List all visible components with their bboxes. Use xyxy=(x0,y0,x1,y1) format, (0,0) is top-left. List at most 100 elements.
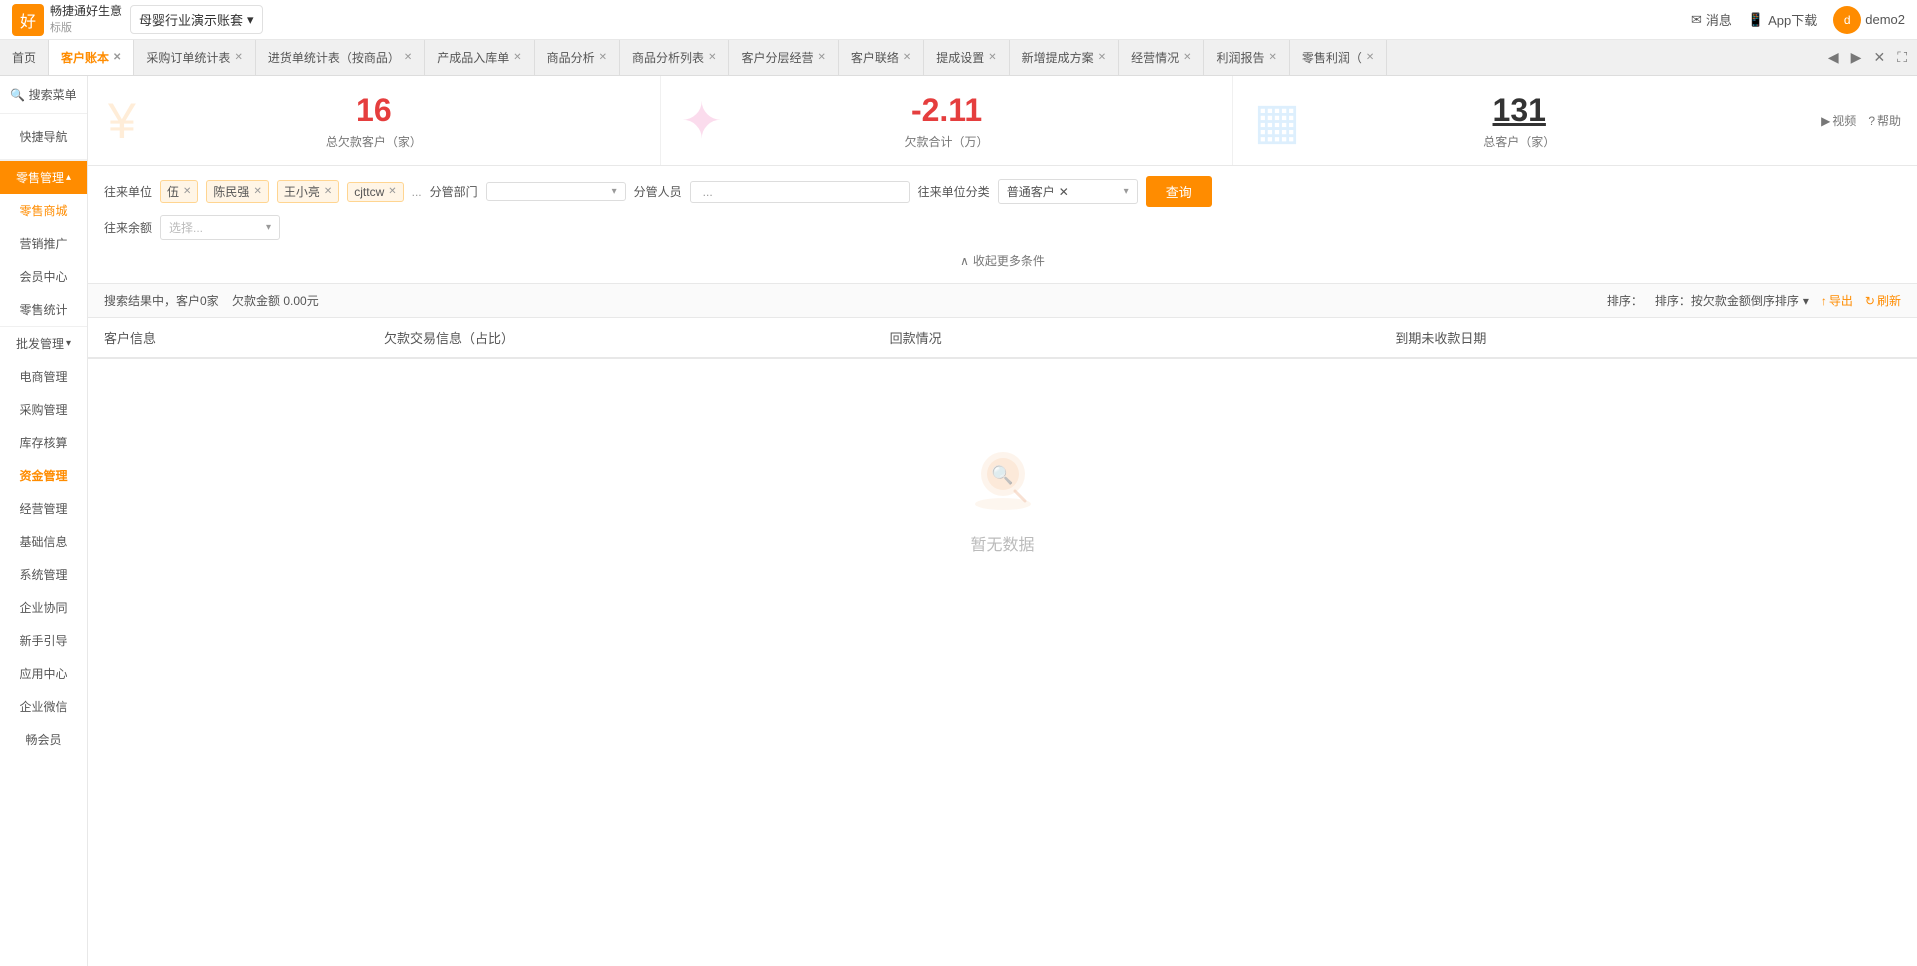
sidebar-item-retail-shop[interactable]: 零售商城 xyxy=(0,194,87,227)
sidebar-item-inventory[interactable]: 库存核算 xyxy=(0,426,87,459)
tab-home[interactable]: 首页 xyxy=(0,40,49,75)
video-icon: ▶ xyxy=(1821,114,1830,128)
filter-person-dots[interactable]: ... xyxy=(703,185,713,199)
sort-select[interactable]: 排序：按欠款金额倒序排序 ▾ xyxy=(1655,292,1809,309)
tab-profit-report[interactable]: 利润报告 ✕ xyxy=(1204,40,1289,75)
tab-customer-ledger[interactable]: 客户账本 ✕ xyxy=(49,40,134,75)
video-button[interactable]: ▶ 视频 xyxy=(1821,112,1856,129)
tab-commission-settings[interactable]: 提成设置 ✕ xyxy=(924,40,1009,75)
stat-all-customers-icon: ▦ xyxy=(1253,92,1300,150)
sidebar-item-retail-stats[interactable]: 零售统计 xyxy=(0,293,87,326)
stat-total-customers: ¥ 16 总欠款客户（家） xyxy=(88,76,660,165)
tab-customer-contact-close[interactable]: ✕ xyxy=(903,52,911,63)
tab-expand-icon[interactable]: ⛶ xyxy=(1893,49,1911,66)
sidebar-item-wholesale[interactable]: 批发管理 ▾ xyxy=(0,327,87,360)
filter-tag-wu-remove[interactable]: ✕ xyxy=(183,186,191,197)
tab-goods-analysis-list[interactable]: 商品分析列表 ✕ xyxy=(620,40,729,75)
tab-retail-profit-label: 零售利润（ xyxy=(1302,49,1362,66)
tab-product-receipt-close[interactable]: ✕ xyxy=(513,52,521,63)
sidebar-item-system[interactable]: 系统管理 xyxy=(0,558,87,591)
content-area: ¥ 16 总欠款客户（家） ✦ -2.11 欠款合计（万） ▦ 131 总客户（… xyxy=(88,76,1917,966)
sidebar-item-wechat[interactable]: 企业微信 xyxy=(0,690,87,723)
filter-balance-select[interactable]: 选择... ▾ xyxy=(160,215,280,240)
app-icon: 📱 xyxy=(1748,12,1764,28)
sidebar-item-finance[interactable]: 资金管理 xyxy=(0,459,87,492)
sidebar-item-operations[interactable]: 经营管理 xyxy=(0,492,87,525)
workspace-select[interactable]: 母婴行业演示账套 ▾ xyxy=(130,5,263,34)
sidebar-item-enterprise[interactable]: 企业协同 xyxy=(0,591,87,624)
topbar-left: 好 畅捷通好生意 标版 母婴行业演示账套 ▾ xyxy=(12,4,263,36)
sidebar-retail-label: 零售管理 xyxy=(16,169,64,186)
sidebar-item-ecommerce[interactable]: 电商管理 xyxy=(0,360,87,393)
filter-tag-wang: 王小亮 ✕ xyxy=(277,180,339,203)
filter-dept-select[interactable]: ▾ xyxy=(486,182,626,201)
sidebar-item-purchase[interactable]: 采购管理 xyxy=(0,393,87,426)
stat-total-debt: ✦ -2.11 欠款合计（万） xyxy=(660,76,1233,165)
help-button[interactable]: ? 帮助 xyxy=(1868,112,1901,129)
message-icon: ✉ xyxy=(1691,12,1702,28)
sidebar-item-member[interactable]: 会员中心 xyxy=(0,260,87,293)
logo-text: 畅捷通好生意 xyxy=(50,4,122,20)
tab-operations[interactable]: 经营情况 ✕ xyxy=(1119,40,1204,75)
tab-product-receipt-label: 产成品入库单 xyxy=(437,49,509,66)
sidebar-item-member-plus[interactable]: 畅会员 xyxy=(0,723,87,756)
logo-subtext: 标版 xyxy=(50,19,122,35)
svg-text:🔍: 🔍 xyxy=(991,463,1013,485)
export-button[interactable]: ↑ 导出 xyxy=(1821,292,1853,309)
filter-category-select[interactable]: 普通客户 ✕ ▾ xyxy=(998,179,1138,204)
refresh-button[interactable]: ↻ 刷新 xyxy=(1865,292,1901,309)
filter-tag-wang-remove[interactable]: ✕ xyxy=(324,186,332,197)
tab-next-icon[interactable]: ▶ xyxy=(1847,49,1866,66)
tab-customer-layer[interactable]: 客户分层经营 ✕ xyxy=(729,40,838,75)
filter-tag-wu: 伍 ✕ xyxy=(160,180,198,203)
tab-close-all-icon[interactable]: ✕ xyxy=(1869,49,1889,66)
filter-person-select[interactable]: ... xyxy=(690,181,910,203)
stat-customers-value: 16 xyxy=(356,92,392,129)
filter-tag-cjttcw-remove[interactable]: ✕ xyxy=(388,186,396,197)
tab-goods-analysis-list-label: 商品分析列表 xyxy=(632,49,704,66)
filter-more-tags[interactable]: ... xyxy=(412,185,422,199)
tab-new-commission[interactable]: 新增提成方案 ✕ xyxy=(1010,40,1119,75)
filter-category-remove[interactable]: ✕ xyxy=(1059,185,1069,199)
filter-tag-chen-remove[interactable]: ✕ xyxy=(253,186,261,197)
tab-goods-analysis[interactable]: 商品分析 ✕ xyxy=(535,40,620,75)
sidebar-item-marketing[interactable]: 营销推广 xyxy=(0,227,87,260)
tab-new-commission-close[interactable]: ✕ xyxy=(1098,52,1106,63)
sidebar-item-basic-info[interactable]: 基础信息 xyxy=(0,525,87,558)
sidebar-item-app-center[interactable]: 应用中心 xyxy=(0,657,87,690)
sidebar-search[interactable]: 🔍 搜索菜单 xyxy=(0,76,87,114)
collapse-button[interactable]: ∧ 收起更多条件 xyxy=(104,248,1901,273)
table-body: 🔍 暂无数据 xyxy=(88,359,1917,635)
sidebar-item-guide[interactable]: 新手引导 xyxy=(0,624,87,657)
user-menu[interactable]: d demo2 xyxy=(1833,6,1905,34)
tab-purchase-order-close[interactable]: ✕ xyxy=(234,52,242,63)
query-button[interactable]: 查询 xyxy=(1146,176,1212,207)
tab-goods-analysis-close[interactable]: ✕ xyxy=(599,52,607,63)
tab-operations-label: 经营情况 xyxy=(1131,49,1179,66)
tab-prev-icon[interactable]: ◀ xyxy=(1824,49,1843,66)
tab-goods-analysis-list-close[interactable]: ✕ xyxy=(708,52,716,63)
tab-customer-contact[interactable]: 客户联络 ✕ xyxy=(839,40,924,75)
category-chevron-icon: ▾ xyxy=(1124,186,1129,197)
tab-customer-ledger-close[interactable]: ✕ xyxy=(113,52,121,63)
sidebar-item-quick-nav[interactable]: 快捷导航 xyxy=(0,120,87,153)
filter-tag-cjttcw: cjttcw ✕ xyxy=(347,182,403,202)
tab-retail-profit[interactable]: 零售利润（ ✕ xyxy=(1290,40,1387,75)
tab-commission-settings-close[interactable]: ✕ xyxy=(988,52,996,63)
tab-operations-close[interactable]: ✕ xyxy=(1183,52,1191,63)
tab-retail-profit-close[interactable]: ✕ xyxy=(1366,52,1374,63)
col-repayment: 回款情况 xyxy=(890,328,1396,347)
tab-customer-layer-close[interactable]: ✕ xyxy=(817,52,825,63)
empty-text: 暂无数据 xyxy=(970,531,1034,555)
sidebar-item-retail[interactable]: 零售管理 ▴ xyxy=(0,161,87,194)
message-button[interactable]: ✉ 消息 xyxy=(1691,10,1732,29)
app-download-button[interactable]: 📱 App下载 xyxy=(1748,10,1817,29)
tab-inventory-stats-close[interactable]: ✕ xyxy=(404,52,412,63)
tab-inventory-stats[interactable]: 进货单统计表（按商品） ✕ xyxy=(256,40,425,75)
tab-product-receipt[interactable]: 产成品入库单 ✕ xyxy=(425,40,534,75)
workspace-label: 母婴行业演示账套 xyxy=(139,10,243,29)
tab-profit-report-close[interactable]: ✕ xyxy=(1269,52,1277,63)
balance-chevron-icon: ▾ xyxy=(266,222,271,233)
tab-purchase-order[interactable]: 采购订单统计表 ✕ xyxy=(134,40,255,75)
logo-area: 好 畅捷通好生意 标版 xyxy=(12,4,122,36)
